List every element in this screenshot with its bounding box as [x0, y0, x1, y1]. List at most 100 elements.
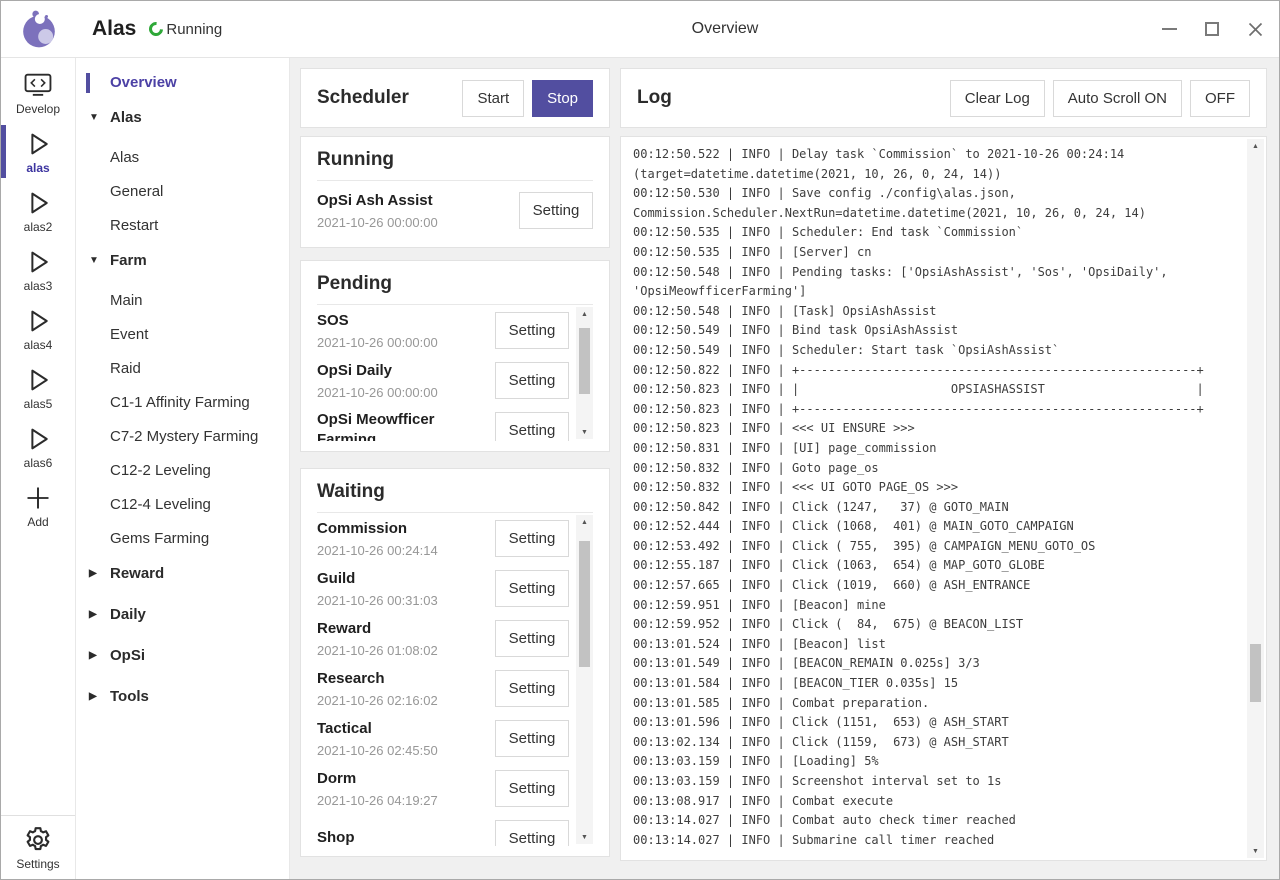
task-setting-button[interactable]: Setting — [495, 570, 569, 607]
nav-item-alas[interactable]: Alas — [76, 147, 289, 169]
pending-scrollbar[interactable]: ▲ ▼ — [576, 307, 593, 439]
play-icon — [23, 306, 53, 336]
rail-item-develop[interactable]: Develop — [1, 63, 75, 122]
auto-scroll-off-button[interactable]: OFF — [1190, 80, 1250, 117]
log-line: 00:12:52.444 | INFO | Click (1068, 401) … — [633, 517, 1236, 537]
rail-item-alas5[interactable]: alas5 — [1, 358, 75, 417]
nav-item-gems-farming[interactable]: Gems Farming — [76, 528, 289, 550]
task-name: Commission — [317, 519, 438, 539]
running-list: OpSi Ash Assist2021-10-26 00:00:00Settin… — [317, 181, 593, 239]
task-row: SOS2021-10-26 00:00:00 Setting — [317, 305, 569, 355]
stop-button[interactable]: Stop — [532, 80, 593, 117]
chevron-right-icon: ▶ — [89, 650, 101, 661]
nav-item-c12-4-leveling[interactable]: C12-4 Leveling — [76, 494, 289, 516]
play-icon — [23, 247, 53, 277]
task-setting-button[interactable]: Setting — [495, 312, 569, 349]
task-setting-button[interactable]: Setting — [495, 720, 569, 757]
log-line: 00:12:50.823 | INFO | <<< UI ENSURE >>> — [633, 419, 1236, 439]
rail-item-label: alas2 — [24, 220, 53, 234]
scrollbar-down-icon[interactable]: ▼ — [576, 425, 593, 439]
log-line: 00:13:03.159 | INFO | Screenshot interva… — [633, 772, 1236, 792]
waiting-scroll-area[interactable]: Commission 2021-10-26 00:24:14 Setting Guil… — [317, 513, 593, 846]
scrollbar-down-icon[interactable]: ▼ — [1247, 844, 1264, 858]
waiting-scrollbar[interactable]: ▲ ▼ — [576, 515, 593, 844]
log-line: 00:13:14.027 | INFO | Submarine call tim… — [633, 831, 1236, 851]
log-line: 00:12:50.548 | INFO | [Task] OpsiAshAssi… — [633, 302, 1236, 322]
task-next-run-time: 2021-10-26 02:45:50 — [317, 743, 438, 758]
nav-group-opsi[interactable]: ▶OpSi — [76, 644, 289, 666]
nav-item-restart[interactable]: Restart — [76, 215, 289, 237]
clear-log-button[interactable]: Clear Log — [950, 80, 1045, 117]
nav-item-c7-2-mystery-farming[interactable]: C7-2 Mystery Farming — [76, 426, 289, 448]
nav-group-reward[interactable]: ▶Reward — [76, 562, 289, 584]
nav-group-daily[interactable]: ▶Daily — [76, 603, 289, 625]
scrollbar-down-icon[interactable]: ▼ — [576, 830, 593, 844]
instance-rail: Developalasalas2alas3alas4alas5alas6Add … — [1, 58, 76, 879]
nav-group-alas[interactable]: ▼Alas — [76, 106, 289, 128]
task-info: SOS2021-10-26 00:00:00 — [317, 311, 438, 350]
log-line: 00:13:01.549 | INFO | [BEACON_REMAIN 0.0… — [633, 654, 1236, 674]
task-next-run-time: 2021-10-26 02:16:02 — [317, 693, 438, 708]
log-line: 00:13:01.596 | INFO | Click (1151, 653) … — [633, 713, 1236, 733]
minimize-icon[interactable] — [1161, 21, 1177, 37]
scrollbar-up-icon[interactable]: ▲ — [576, 307, 593, 321]
nav-item-overview[interactable]: Overview — [76, 72, 289, 94]
task-setting-button[interactable]: Setting — [495, 520, 569, 557]
log-line: 00:12:59.951 | INFO | [Beacon] mine — [633, 596, 1236, 616]
task-setting-button[interactable]: Setting — [519, 192, 593, 229]
task-setting-button[interactable]: Setting — [495, 670, 569, 707]
plus-icon — [24, 483, 52, 513]
nav-group-farm[interactable]: ▼Farm — [76, 249, 289, 271]
rail-item-alas2[interactable]: alas2 — [1, 181, 75, 240]
app-name: Alas — [92, 17, 136, 41]
nav-item-main[interactable]: Main — [76, 290, 289, 312]
close-icon[interactable] — [1247, 21, 1263, 37]
nav-group-tools[interactable]: ▶Tools — [76, 685, 289, 707]
task-setting-button[interactable]: Setting — [495, 620, 569, 657]
nav-item-c1-1-affinity-farming[interactable]: C1-1 Affinity Farming — [76, 392, 289, 414]
log-line: 00:12:50.535 | INFO | [Server] cn — [633, 243, 1236, 263]
log-lines: 00:12:50.522 | INFO | Delay task `Commis… — [633, 145, 1236, 850]
task-next-run-time: 2021-10-26 00:24:14 — [317, 543, 438, 558]
log-line: 00:13:08.917 | INFO | Combat execute — [633, 792, 1236, 812]
task-next-run-time: 2021-10-26 00:00:00 — [317, 215, 438, 230]
nav-item-general[interactable]: General — [76, 181, 289, 203]
rail-item-alas3[interactable]: alas3 — [1, 240, 75, 299]
scrollbar-thumb[interactable] — [579, 541, 590, 667]
log-output[interactable]: 00:12:50.522 | INFO | Delay task `Commis… — [620, 136, 1267, 861]
rail-item-label: alas5 — [24, 397, 53, 411]
rail-item-settings[interactable]: Settings — [1, 815, 75, 879]
maximize-icon[interactable] — [1204, 21, 1220, 37]
scrollbar-thumb[interactable] — [579, 328, 590, 394]
start-button[interactable]: Start — [462, 80, 524, 117]
task-row: OpSi Ash Assist2021-10-26 00:00:00Settin… — [317, 181, 593, 239]
task-setting-button[interactable]: Setting — [495, 362, 569, 399]
scrollbar-up-icon[interactable]: ▲ — [1247, 139, 1264, 153]
waiting-title: Waiting — [317, 481, 593, 513]
nav-item-event[interactable]: Event — [76, 324, 289, 346]
log-line: 00:13:01.585 | INFO | Combat preparation… — [633, 694, 1236, 714]
scrollbar-thumb[interactable] — [1250, 644, 1261, 703]
task-setting-button[interactable]: Setting — [495, 412, 569, 442]
rail-item-label: Add — [27, 515, 48, 529]
task-setting-button[interactable]: Setting — [495, 770, 569, 807]
task-row: Commission 2021-10-26 00:24:14 Setting — [317, 513, 569, 563]
rail-item-alas[interactable]: alas — [1, 122, 75, 181]
task-setting-button[interactable]: Setting — [495, 820, 569, 847]
log-scrollbar[interactable]: ▲ ▼ — [1247, 139, 1264, 858]
log-line: 00:12:50.842 | INFO | Click (1247, 37) @… — [633, 498, 1236, 518]
scrollbar-up-icon[interactable]: ▲ — [576, 515, 593, 529]
rail-item-add[interactable]: Add — [1, 476, 75, 535]
task-info: Guild2021-10-26 00:31:03 — [317, 569, 438, 608]
nav-group-label: Tools — [110, 688, 149, 705]
log-line: 00:13:01.524 | INFO | [Beacon] list — [633, 635, 1236, 655]
task-next-run-time: 2021-10-26 01:08:02 — [317, 643, 438, 658]
pending-scroll-area[interactable]: SOS2021-10-26 00:00:00SettingOpSi Daily2… — [317, 305, 593, 441]
window-controls — [1161, 1, 1263, 57]
rail-item-alas4[interactable]: alas4 — [1, 299, 75, 358]
task-name: Reward — [317, 619, 438, 639]
nav-item-c12-2-leveling[interactable]: C12-2 Leveling — [76, 460, 289, 482]
nav-item-raid[interactable]: Raid — [76, 358, 289, 380]
rail-item-alas6[interactable]: alas6 — [1, 417, 75, 476]
auto-scroll-on-button[interactable]: Auto Scroll ON — [1053, 80, 1182, 117]
